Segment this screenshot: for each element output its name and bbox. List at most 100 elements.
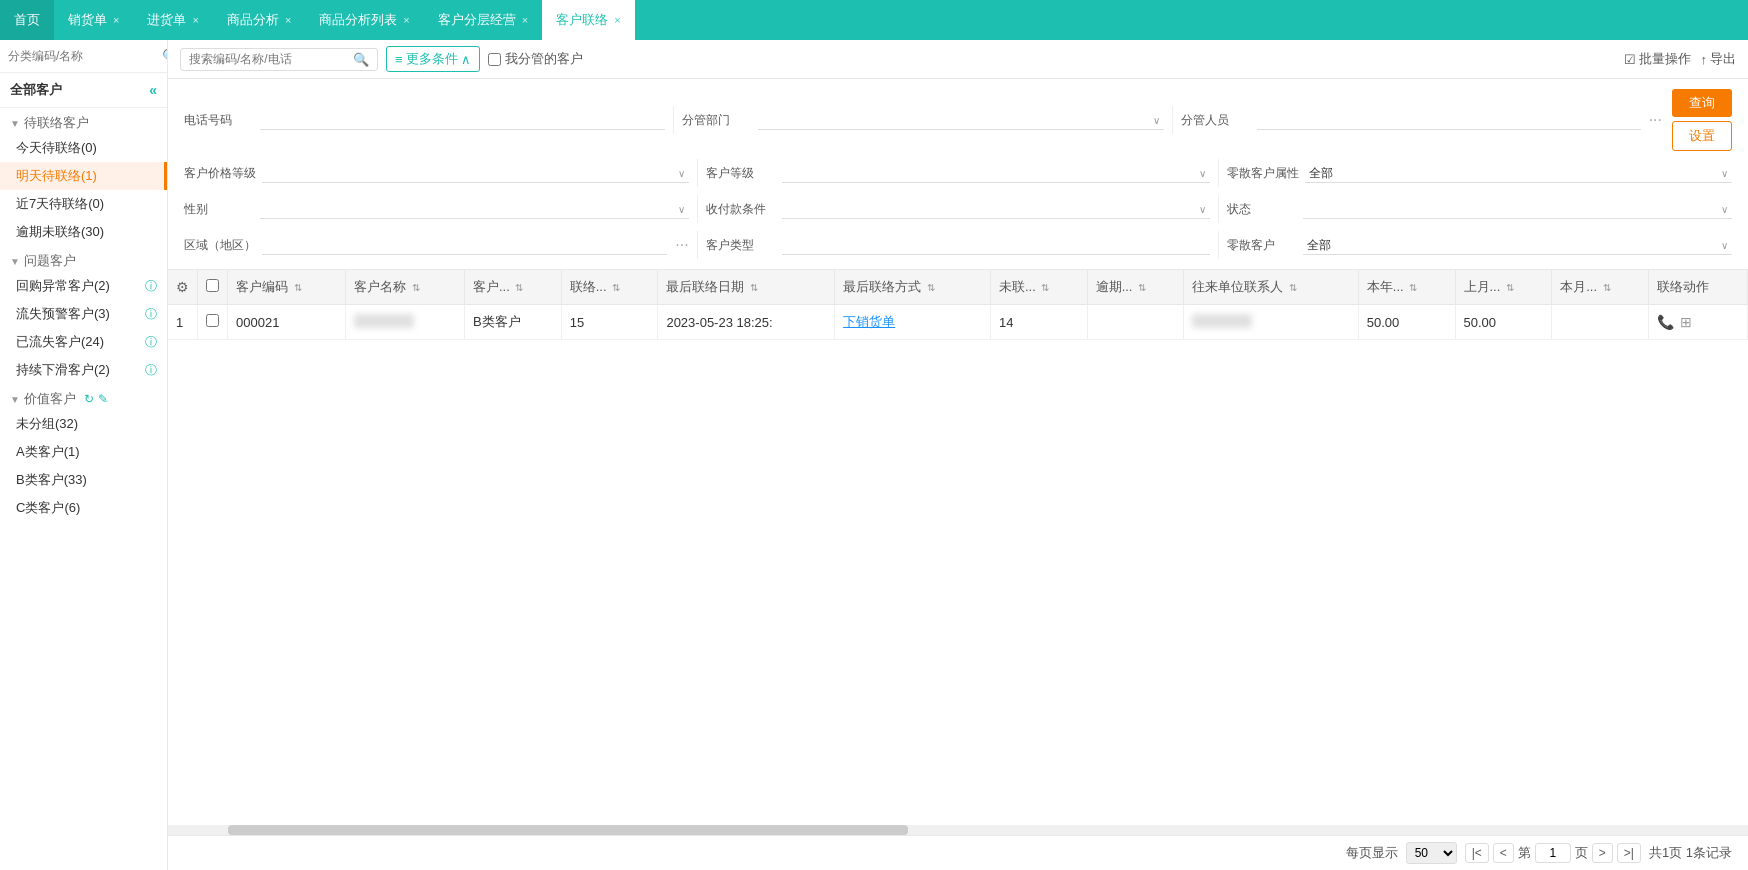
filter-type-label: 客户类型 — [706, 237, 776, 254]
close-icon[interactable]: × — [192, 14, 198, 26]
table-row: 1 000021 B类客户 15 2023-05-23 18:25: 下销货单 — [168, 305, 1748, 340]
filter-area-input[interactable] — [262, 236, 667, 255]
close-icon[interactable]: × — [614, 14, 620, 26]
sidebar-all-customers[interactable]: 全部客户 « — [0, 73, 167, 108]
sort-icon[interactable]: ⇅ — [1409, 282, 1417, 293]
sort-icon[interactable]: ⇅ — [1041, 282, 1049, 293]
sidebar-item-class-b[interactable]: B类客户(33) — [0, 466, 167, 494]
sidebar-item-ungrouped[interactable]: 未分组(32) — [0, 410, 167, 438]
filter-price-select-wrap — [262, 164, 689, 183]
prev-page-btn[interactable]: < — [1493, 843, 1514, 863]
cell-last-date: 2023-05-23 18:25: — [658, 305, 835, 340]
nav-product-analysis-list[interactable]: 商品分析列表 × — [305, 0, 423, 40]
per-page-select[interactable]: 50 100 — [1406, 842, 1457, 864]
sort-icon[interactable]: ⇅ — [1289, 282, 1297, 293]
sidebar-group-pending[interactable]: ▼ 待联络客户 — [0, 108, 167, 134]
filter-payment-select[interactable] — [782, 200, 1211, 219]
more-dots-icon[interactable]: ··· — [1649, 111, 1662, 129]
set-button[interactable]: 设置 — [1672, 121, 1732, 151]
close-icon[interactable]: × — [403, 14, 409, 26]
my-customer-check[interactable] — [488, 53, 501, 66]
sidebar-group-value[interactable]: ▼ 价值客户 ↻ ✎ — [0, 384, 167, 410]
nav-customer-contact[interactable]: 客户联络 × — [542, 0, 634, 40]
filter-cell-price: 客户价格等级 — [184, 164, 689, 183]
sidebar-item-7days[interactable]: 近7天待联络(0) — [0, 190, 167, 218]
query-button[interactable]: 查询 — [1672, 89, 1732, 117]
sidebar-item-abnormal[interactable]: 回购异常客户(2) ⓘ — [0, 272, 167, 300]
settings-icon[interactable]: ⚙ — [176, 279, 189, 295]
filter-level-select[interactable] — [782, 164, 1211, 183]
sidebar-item-tomorrow[interactable]: 明天待联络(1) — [0, 162, 167, 190]
filter-dept-select[interactable] — [758, 111, 1163, 130]
sidebar-item-lost[interactable]: 已流失客户(24) ⓘ — [0, 328, 167, 356]
filter-person-input[interactable] — [1257, 111, 1641, 130]
page-label: 第 — [1518, 844, 1531, 862]
area-dots-icon[interactable]: ··· — [675, 236, 688, 254]
info-icon[interactable]: ⓘ — [145, 362, 157, 379]
close-icon[interactable]: × — [285, 14, 291, 26]
sort-icon[interactable]: ⇅ — [1506, 282, 1514, 293]
sidebar-item-class-a[interactable]: A类客户(1) — [0, 438, 167, 466]
nav-sales[interactable]: 销货单 × — [54, 0, 133, 40]
next-page-btn[interactable]: > — [1592, 843, 1613, 863]
sort-icon[interactable]: ⇅ — [612, 282, 620, 293]
first-page-btn[interactable]: |< — [1465, 843, 1489, 863]
select-all-checkbox[interactable] — [206, 279, 219, 292]
call-icon[interactable]: 📞 — [1657, 314, 1674, 330]
nav-purchase[interactable]: 进货单 × — [133, 0, 212, 40]
scroll-bar[interactable] — [228, 825, 908, 835]
table-header-row: ⚙ 客户编码 ⇅ 客户名称 ⇅ — [168, 270, 1748, 305]
last-page-btn[interactable]: >| — [1617, 843, 1641, 863]
sidebar-item-today[interactable]: 今天待联络(0) — [0, 134, 167, 162]
export-btn[interactable]: ↑ 导出 — [1701, 50, 1737, 68]
nav-product-analysis[interactable]: 商品分析 × — [213, 0, 305, 40]
last-contact-link[interactable]: 下销货单 — [843, 314, 895, 329]
batch-btn[interactable]: ☑ 批量操作 — [1624, 50, 1691, 68]
sidebar-item-lost-warn[interactable]: 流失预警客户(3) ⓘ — [0, 300, 167, 328]
row-checkbox[interactable] — [206, 314, 219, 327]
th-last-month: 上月... ⇅ — [1455, 270, 1552, 305]
info-icon[interactable]: ⓘ — [145, 334, 157, 351]
info-icon[interactable]: ⓘ — [145, 306, 157, 323]
sidebar-item-overdue[interactable]: 逾期未联络(30) — [0, 218, 167, 246]
filter-price-select[interactable] — [262, 164, 689, 183]
content-area: 🔍 ≡ 更多条件 ∧ 我分管的客户 ☑ 批量操作 ↑ 导出 — [168, 40, 1748, 870]
sort-icon[interactable]: ⇅ — [927, 282, 935, 293]
nav-home[interactable]: 首页 — [0, 0, 54, 40]
th-settings: ⚙ — [168, 270, 198, 305]
sort-icon[interactable]: ⇅ — [1138, 282, 1146, 293]
cell-not-contacted: 14 — [990, 305, 1087, 340]
filter-more-btn[interactable]: ≡ 更多条件 ∧ — [386, 46, 480, 72]
sidebar-item-declining[interactable]: 持续下滑客户(2) ⓘ — [0, 356, 167, 384]
sort-icon[interactable]: ⇅ — [750, 282, 758, 293]
sort-icon[interactable]: ⇅ — [294, 282, 302, 293]
filter-gender-select[interactable] — [260, 200, 689, 219]
close-icon[interactable]: × — [522, 14, 528, 26]
refresh-icon[interactable]: ↻ — [84, 392, 94, 406]
page-input[interactable] — [1535, 843, 1571, 863]
divider — [1218, 159, 1219, 187]
filter-phone-input[interactable] — [260, 111, 665, 130]
sidebar-search-input[interactable] — [8, 49, 158, 63]
nav-customer-segment[interactable]: 客户分层经营 × — [424, 0, 542, 40]
search-input[interactable] — [189, 52, 349, 66]
sidebar-group-problem[interactable]: ▼ 问题客户 — [0, 246, 167, 272]
filter-retail-attr-select[interactable]: 全部 — [1305, 164, 1732, 183]
edit-icon[interactable]: ✎ — [98, 392, 108, 406]
total-label: 共1页 1条记录 — [1649, 844, 1732, 862]
grid-icon[interactable]: ⊞ — [1680, 314, 1692, 330]
filter-icon: ≡ — [395, 52, 403, 67]
filter-row-3: 性别 收付款条件 状态 — [184, 195, 1732, 223]
sidebar-item-class-c[interactable]: C类客户(6) — [0, 494, 167, 522]
filter-status-select[interactable] — [1303, 200, 1732, 219]
filter-retail-select[interactable]: 全部 — [1303, 236, 1732, 255]
search-icon[interactable]: 🔍 — [353, 52, 369, 67]
collapse-icon[interactable]: « — [149, 82, 157, 98]
sort-icon[interactable]: ⇅ — [515, 282, 523, 293]
sort-icon[interactable]: ⇅ — [1603, 282, 1611, 293]
info-icon[interactable]: ⓘ — [145, 278, 157, 295]
close-icon[interactable]: × — [113, 14, 119, 26]
my-customer-checkbox[interactable]: 我分管的客户 — [488, 50, 583, 68]
sort-icon[interactable]: ⇅ — [412, 282, 420, 293]
filter-type-input[interactable] — [782, 236, 1211, 255]
